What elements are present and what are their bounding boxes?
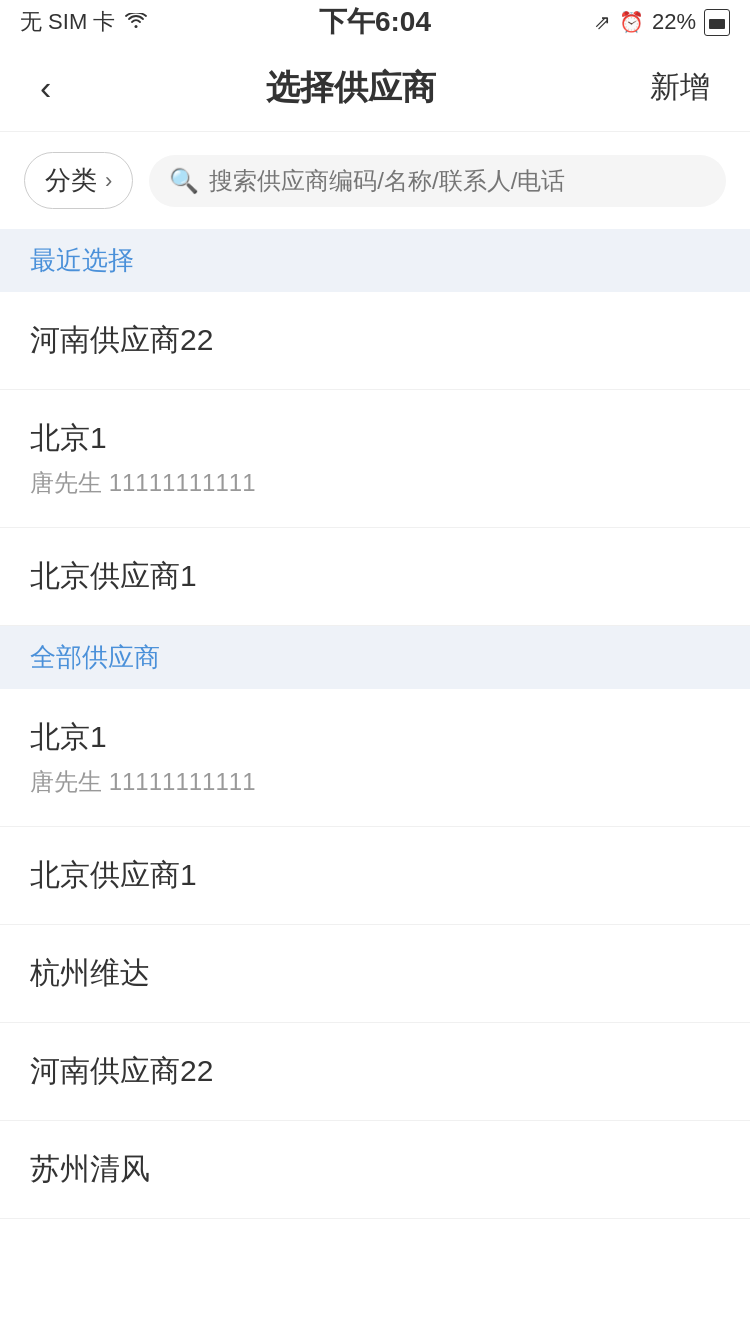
list-item[interactable]: 北京1 唐先生 11111111111 <box>0 689 750 827</box>
location-icon: ⇗ <box>594 10 611 34</box>
recent-list: 河南供应商22 北京1 唐先生 11111111111 北京供应商1 <box>0 292 750 626</box>
chevron-right-icon: › <box>105 168 112 194</box>
status-bar: 无 SIM 卡 下午6:04 ⇗ ⏰ 22% <box>0 0 750 44</box>
battery-label: 22% <box>652 9 696 35</box>
recent-section-header: 最近选择 <box>0 229 750 292</box>
list-item[interactable]: 北京1 唐先生 11111111111 <box>0 390 750 528</box>
category-label: 分类 <box>45 163 97 198</box>
nav-bar: ‹ 选择供应商 新增 <box>0 44 750 132</box>
status-time: 下午6:04 <box>319 3 431 41</box>
category-button[interactable]: 分类 › <box>24 152 133 209</box>
item-name: 苏州清风 <box>30 1149 720 1190</box>
item-sub: 唐先生 11111111111 <box>30 766 720 798</box>
status-right: ⇗ ⏰ 22% <box>594 9 730 36</box>
search-icon: 🔍 <box>169 167 199 195</box>
add-button[interactable]: 新增 <box>640 57 720 118</box>
item-name: 北京1 <box>30 717 720 758</box>
list-item[interactable]: 杭州维达 <box>0 925 750 1023</box>
item-name: 河南供应商22 <box>30 1051 720 1092</box>
item-name: 北京供应商1 <box>30 556 720 597</box>
item-name: 北京1 <box>30 418 720 459</box>
all-list: 北京1 唐先生 11111111111 北京供应商1 杭州维达河南供应商22 苏州清风 <box>0 689 750 1219</box>
list-item[interactable]: 北京供应商1 <box>0 528 750 626</box>
all-section-header: 全部供应商 <box>0 626 750 689</box>
battery-icon <box>704 9 730 36</box>
list-item[interactable]: 北京供应商1 <box>0 827 750 925</box>
item-sub: 唐先生 11111111111 <box>30 467 720 499</box>
item-name: 杭州维达 <box>30 953 720 994</box>
page-title: 选择供应商 <box>266 65 436 111</box>
list-item[interactable]: 河南供应商22 <box>0 292 750 390</box>
list-item[interactable]: 河南供应商22 <box>0 1023 750 1121</box>
item-name: 北京供应商1 <box>30 855 720 896</box>
carrier-label: 无 SIM 卡 <box>20 7 115 37</box>
back-button[interactable]: ‹ <box>30 58 61 117</box>
item-name: 河南供应商22 <box>30 320 720 361</box>
search-box: 🔍 <box>149 155 726 207</box>
wifi-icon <box>125 9 147 35</box>
list-item[interactable]: 苏州清风 <box>0 1121 750 1219</box>
status-left: 无 SIM 卡 <box>20 7 147 37</box>
alarm-icon: ⏰ <box>619 10 644 34</box>
search-input[interactable] <box>209 167 706 195</box>
filter-bar: 分类 › 🔍 <box>0 132 750 229</box>
